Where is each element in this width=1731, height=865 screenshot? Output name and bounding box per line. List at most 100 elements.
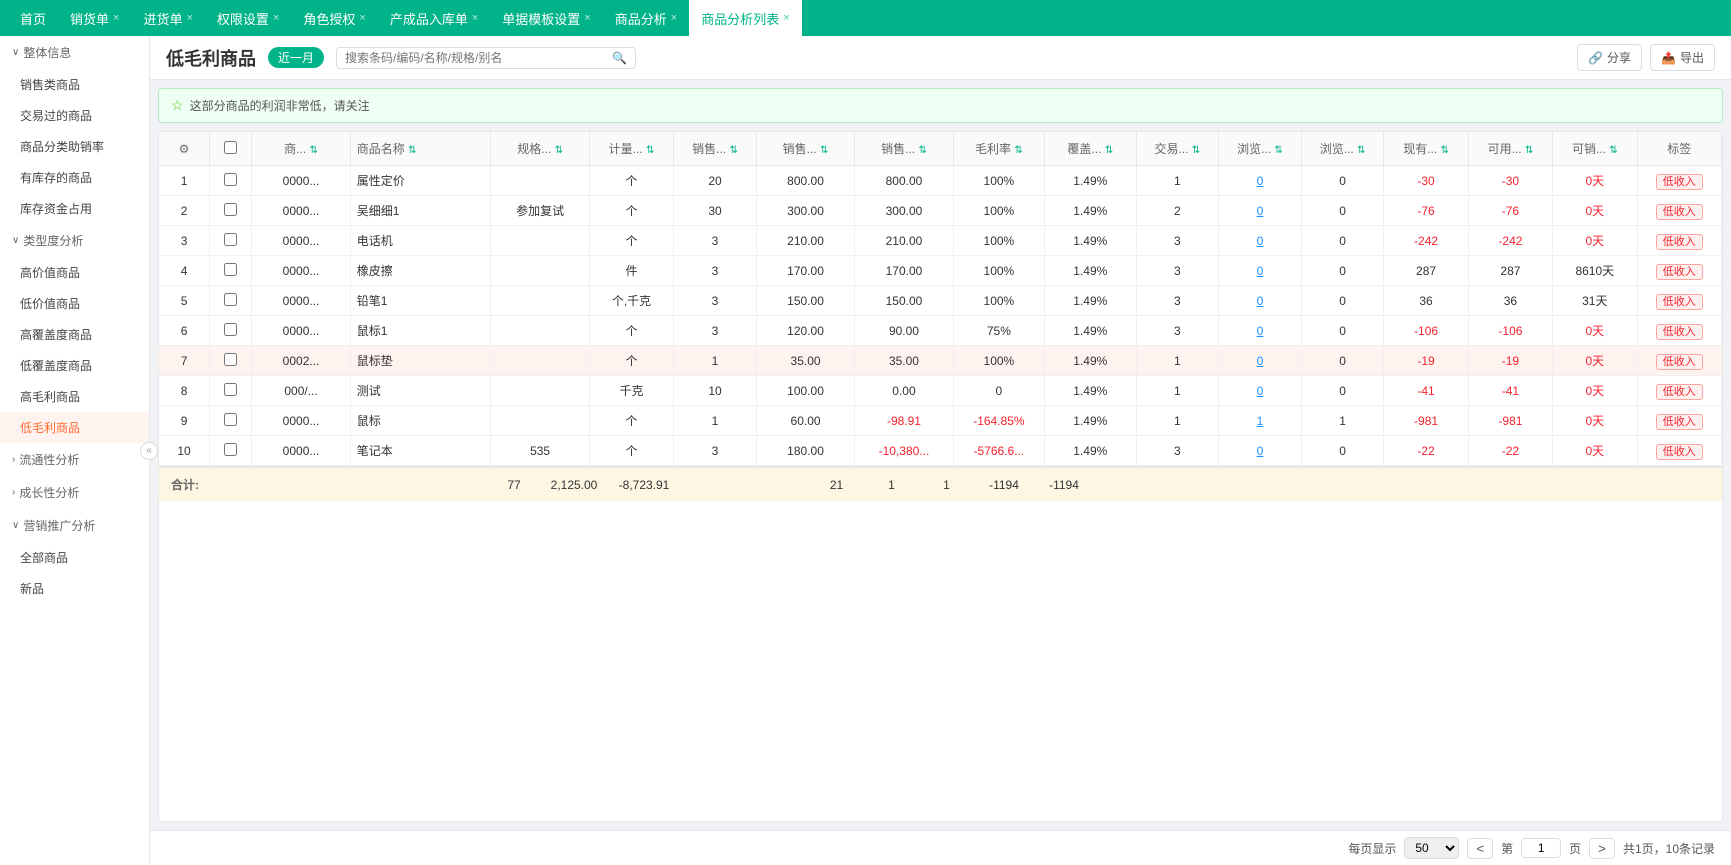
cell-check[interactable] <box>210 316 252 346</box>
row-checkbox[interactable] <box>224 233 237 246</box>
col-header-coverage[interactable]: 覆盖... ⇅ <box>1045 132 1136 166</box>
cell-name[interactable]: 橡皮擦 <box>350 256 491 286</box>
nav-home[interactable]: 首页 <box>8 0 58 36</box>
col-header-spec[interactable]: 规格... ⇅ <box>491 132 589 166</box>
sidebar-group-growth[interactable]: › 成长性分析 <box>0 476 149 509</box>
close-icon[interactable]: × <box>584 12 590 24</box>
page-size-select[interactable]: 50 100 200 <box>1404 837 1459 859</box>
close-icon[interactable]: × <box>783 12 789 24</box>
row-checkbox[interactable] <box>224 323 237 336</box>
cell-name[interactable]: 鼠标 <box>350 406 491 436</box>
cell-check[interactable] <box>210 196 252 226</box>
cell-name[interactable]: 笔记本 <box>350 436 491 466</box>
sidebar-item-new-products[interactable]: 新品 <box>0 573 149 604</box>
cell-browse1[interactable]: 0 <box>1219 376 1302 406</box>
col-header-unit[interactable]: 计量... ⇅ <box>589 132 673 166</box>
sidebar-group-circulation[interactable]: › 流通性分析 <box>0 443 149 476</box>
sidebar-item-high-margin[interactable]: 高毛利商品 <box>0 381 149 412</box>
sidebar-item-sales-products[interactable]: 销售类商品 <box>0 69 149 100</box>
cell-browse1[interactable]: 0 <box>1219 166 1302 196</box>
sidebar-collapse-button[interactable]: « <box>140 442 158 460</box>
close-icon[interactable]: × <box>472 12 478 24</box>
cell-browse1[interactable]: 0 <box>1219 436 1302 466</box>
col-header-sales-qty[interactable]: 销售... ⇅ <box>674 132 757 166</box>
col-header-stock[interactable]: 现有... ⇅ <box>1384 132 1468 166</box>
settings-icon[interactable]: ⚙ <box>179 142 190 156</box>
sidebar-item-low-coverage[interactable]: 低覆盖度商品 <box>0 350 149 381</box>
col-header-trans[interactable]: 交易... ⇅ <box>1136 132 1219 166</box>
cell-check[interactable] <box>210 286 252 316</box>
next-page-button[interactable]: > <box>1589 838 1615 859</box>
page-number-input[interactable] <box>1521 838 1561 858</box>
row-checkbox[interactable] <box>224 203 237 216</box>
col-header-available[interactable]: 可用... ⇅ <box>1468 132 1552 166</box>
sidebar-item-category-rate[interactable]: 商品分类助销率 <box>0 131 149 162</box>
cell-name[interactable]: 测试 <box>350 376 491 406</box>
nav-product-stock[interactable]: 产成品入库单 × <box>378 0 490 36</box>
nav-template-settings[interactable]: 单据模板设置 × <box>490 0 602 36</box>
row-checkbox[interactable] <box>224 443 237 456</box>
cell-name[interactable]: 属性定价 <box>350 166 491 196</box>
row-checkbox[interactable] <box>224 353 237 366</box>
sidebar-group-overall[interactable]: ∨ 整体信息 <box>0 36 149 69</box>
cell-browse1[interactable]: 0 <box>1219 286 1302 316</box>
col-header-sale-days[interactable]: 可销... ⇅ <box>1553 132 1637 166</box>
cell-name[interactable]: 电话机 <box>350 226 491 256</box>
nav-sales-order[interactable]: 销货单 × <box>58 0 131 36</box>
prev-page-button[interactable]: < <box>1467 838 1493 859</box>
sidebar-item-low-value[interactable]: 低价值商品 <box>0 288 149 319</box>
sidebar-group-type-analysis[interactable]: ∨ 类型度分析 <box>0 224 149 257</box>
nav-purchase-order[interactable]: 进货单 × <box>131 0 204 36</box>
cell-check[interactable] <box>210 436 252 466</box>
sidebar-item-low-margin[interactable]: 低毛利商品 <box>0 412 149 443</box>
sidebar-item-traded-products[interactable]: 交易过的商品 <box>0 100 149 131</box>
close-icon[interactable]: × <box>273 12 279 24</box>
sidebar-item-high-value[interactable]: 高价值商品 <box>0 257 149 288</box>
nav-role-auth[interactable]: 角色授权 × <box>291 0 377 36</box>
col-header-sales-profit[interactable]: 销售... ⇅ <box>855 132 953 166</box>
cell-check[interactable] <box>210 376 252 406</box>
close-icon[interactable]: × <box>186 12 192 24</box>
nav-product-analysis[interactable]: 商品分析 × <box>603 0 689 36</box>
row-checkbox[interactable] <box>224 263 237 276</box>
col-header-name[interactable]: 商品名称 ⇅ <box>350 132 491 166</box>
cell-name[interactable]: 鼠标垫 <box>350 346 491 376</box>
cell-browse1[interactable]: 0 <box>1219 316 1302 346</box>
row-checkbox[interactable] <box>224 383 237 396</box>
close-icon[interactable]: × <box>359 12 365 24</box>
sidebar-item-high-coverage[interactable]: 高覆盖度商品 <box>0 319 149 350</box>
cell-check[interactable] <box>210 226 252 256</box>
sidebar-item-in-stock[interactable]: 有库存的商品 <box>0 162 149 193</box>
cell-browse1[interactable]: 0 <box>1219 196 1302 226</box>
close-icon[interactable]: × <box>113 12 119 24</box>
sidebar-item-inventory-capital[interactable]: 库存资金占用 <box>0 193 149 224</box>
select-all-checkbox[interactable] <box>224 141 237 154</box>
cell-name[interactable]: 吴细细1 <box>350 196 491 226</box>
col-header-browse2[interactable]: 浏览... ⇅ <box>1301 132 1384 166</box>
nav-product-analysis-list[interactable]: 商品分析列表 × <box>689 0 801 36</box>
col-header-sales-amount[interactable]: 销售... ⇅ <box>756 132 854 166</box>
nav-permissions[interactable]: 权限设置 × <box>205 0 291 36</box>
row-checkbox[interactable] <box>224 173 237 186</box>
sidebar-item-all-products[interactable]: 全部商品 <box>0 542 149 573</box>
export-button[interactable]: 📤 导出 <box>1650 44 1715 71</box>
col-header-code[interactable]: 商... ⇅ <box>252 132 350 166</box>
cell-name[interactable]: 铅笔1 <box>350 286 491 316</box>
cell-check[interactable] <box>210 256 252 286</box>
share-button[interactable]: 🔗 分享 <box>1577 44 1642 71</box>
sidebar-group-marketing[interactable]: ∨ 营销推广分析 <box>0 509 149 542</box>
cell-check[interactable] <box>210 406 252 436</box>
close-icon[interactable]: × <box>671 12 677 24</box>
cell-check[interactable] <box>210 166 252 196</box>
cell-browse1[interactable]: 0 <box>1219 226 1302 256</box>
date-tag[interactable]: 近一月 <box>268 47 324 68</box>
cell-browse1[interactable]: 1 <box>1219 406 1302 436</box>
search-input[interactable] <box>345 51 612 65</box>
row-checkbox[interactable] <box>224 293 237 306</box>
cell-check[interactable] <box>210 346 252 376</box>
col-header-browse1[interactable]: 浏览... ⇅ <box>1219 132 1302 166</box>
cell-browse1[interactable]: 0 <box>1219 346 1302 376</box>
col-header-profit-rate[interactable]: 毛利率 ⇅ <box>953 132 1044 166</box>
cell-browse1[interactable]: 0 <box>1219 256 1302 286</box>
row-checkbox[interactable] <box>224 413 237 426</box>
